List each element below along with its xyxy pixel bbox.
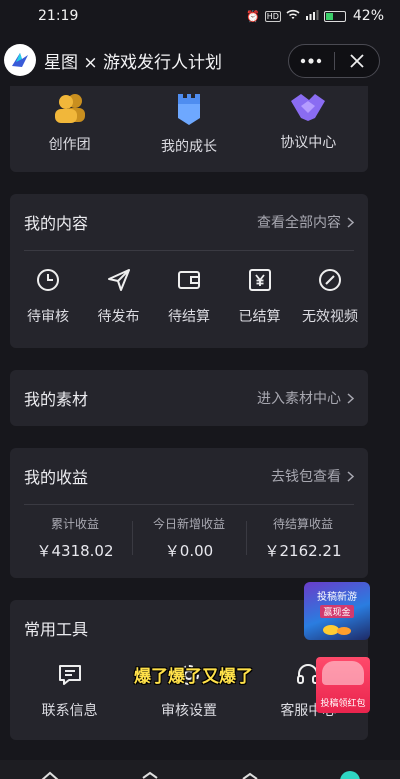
tool-contact-info[interactable]: 联系信息 bbox=[15, 662, 125, 720]
view-all-content-link[interactable]: 查看全部内容 bbox=[257, 212, 354, 232]
my-earnings-card: 我的收益 去钱包查看 累计收益 ￥4318.02 今日新增收益 ￥0.00 待结… bbox=[10, 448, 368, 578]
stat-label: 今日新增收益 bbox=[152, 517, 225, 531]
handshake-icon bbox=[291, 94, 326, 121]
shortcut-label: 创作团 bbox=[48, 137, 91, 153]
chevron-right-icon bbox=[347, 216, 354, 228]
battery-percent: 42% bbox=[352, 8, 384, 24]
status-bar: 21:19 ⏰ HD 42% bbox=[0, 0, 400, 32]
my-content-header: 我的内容 查看全部内容 bbox=[10, 194, 368, 250]
data-icon[interactable] bbox=[239, 770, 261, 779]
content-pending-settlement[interactable]: 待结算 bbox=[155, 267, 223, 326]
content-pending-review[interactable]: 待审核 bbox=[14, 267, 82, 326]
alarm-icon: ⏰ bbox=[245, 9, 260, 23]
link-label: 去钱包查看 bbox=[271, 469, 341, 485]
stat-value: ￥4318.02 bbox=[36, 542, 114, 560]
chevron-right-icon bbox=[347, 392, 354, 404]
red-packet-label: 投稿领红包 bbox=[320, 699, 366, 709]
earnings-today: 今日新增收益 ￥0.00 bbox=[132, 515, 246, 561]
wifi-icon bbox=[286, 9, 300, 23]
content-settled[interactable]: 已结算 bbox=[226, 267, 294, 326]
top-shortcuts-card: 创作团 我的成长 协议中心 bbox=[10, 86, 368, 172]
status-time: 21:19 bbox=[38, 8, 79, 24]
floating-promo-ad[interactable]: 投稿新游 赢现金 bbox=[304, 582, 370, 640]
stat-value: ￥2162.21 bbox=[264, 542, 342, 560]
item-label: 已结算 bbox=[238, 309, 281, 325]
my-materials-card[interactable]: 我的素材 进入素材中心 bbox=[10, 370, 368, 426]
section-title: 我的素材 bbox=[24, 390, 89, 409]
red-packet-ad[interactable]: 投稿领红包 bbox=[316, 657, 370, 713]
message-icon bbox=[58, 665, 81, 685]
home-icon[interactable] bbox=[39, 770, 61, 779]
stat-value: ￥0.00 bbox=[164, 542, 214, 560]
coin-icon bbox=[323, 625, 351, 635]
stat-label: 累计收益 bbox=[50, 517, 99, 531]
battery-icon bbox=[323, 10, 346, 22]
shortcut-label: 我的成长 bbox=[160, 139, 217, 155]
earnings-total: 累计收益 ￥4318.02 bbox=[18, 515, 132, 561]
app-logo-icon bbox=[4, 44, 36, 76]
link-label: 查看全部内容 bbox=[257, 215, 341, 231]
my-content-card: 我的内容 查看全部内容 待审核 待发布 待结算 已结算 无效视频 bbox=[10, 194, 368, 348]
hd-icon: HD bbox=[264, 10, 281, 22]
my-materials-header: 我的素材 进入素材中心 bbox=[10, 370, 368, 426]
shortcut-agreement-center[interactable]: 协议中心 bbox=[258, 92, 358, 156]
clock-icon bbox=[37, 269, 59, 291]
item-label: 待审核 bbox=[27, 309, 69, 325]
tool-label: 联系信息 bbox=[41, 703, 98, 719]
team-icon bbox=[54, 94, 85, 123]
yuan-icon bbox=[248, 269, 271, 291]
wallet-icon bbox=[178, 271, 200, 289]
profile-icon[interactable] bbox=[339, 770, 361, 779]
close-icon[interactable] bbox=[335, 45, 380, 77]
section-title: 常用工具 bbox=[24, 620, 89, 639]
invalid-icon bbox=[319, 269, 341, 291]
battery-fill bbox=[325, 12, 333, 20]
shortcut-my-growth[interactable]: 我的成长 bbox=[139, 92, 239, 156]
mini-program-capsule bbox=[288, 44, 380, 78]
ad-line1: 投稿新游 bbox=[317, 592, 357, 603]
overlay-caption: 爆了爆了又爆了 bbox=[134, 667, 253, 687]
page-title: 星图 × 游戏发行人计划 bbox=[44, 52, 223, 73]
shortcut-creator-team[interactable]: 创作团 bbox=[20, 92, 120, 156]
ad-line2: 赢现金 bbox=[320, 605, 354, 618]
send-icon bbox=[107, 269, 130, 291]
chevron-right-icon bbox=[347, 470, 354, 482]
growth-icon bbox=[177, 94, 200, 125]
stat-label: 待结算收益 bbox=[272, 517, 333, 531]
task-icon[interactable] bbox=[139, 770, 161, 779]
item-label: 待发布 bbox=[97, 309, 140, 325]
wallet-link[interactable]: 去钱包查看 bbox=[271, 466, 354, 486]
ellipsis-icon[interactable] bbox=[289, 45, 334, 77]
earnings-pending: 待结算收益 ￥2162.21 bbox=[246, 515, 360, 561]
content-pending-publish[interactable]: 待发布 bbox=[85, 267, 153, 326]
material-center-link[interactable]: 进入素材中心 bbox=[257, 388, 354, 408]
section-title: 我的内容 bbox=[24, 214, 89, 233]
item-label: 待结算 bbox=[168, 309, 210, 325]
shortcut-label: 协议中心 bbox=[280, 135, 337, 151]
item-label: 无效视频 bbox=[302, 309, 358, 325]
section-title: 我的收益 bbox=[24, 468, 89, 487]
status-icons: ⏰ HD 42% bbox=[246, 8, 384, 24]
content-invalid-videos[interactable]: 无效视频 bbox=[296, 267, 364, 326]
tool-label: 审核设置 bbox=[160, 703, 217, 719]
link-label: 进入素材中心 bbox=[257, 391, 341, 407]
signal-icon bbox=[305, 9, 319, 23]
bottom-nav bbox=[0, 760, 400, 779]
my-earnings-header: 我的收益 去钱包查看 bbox=[10, 448, 368, 504]
title-bar: 星图 × 游戏发行人计划 bbox=[0, 36, 400, 84]
